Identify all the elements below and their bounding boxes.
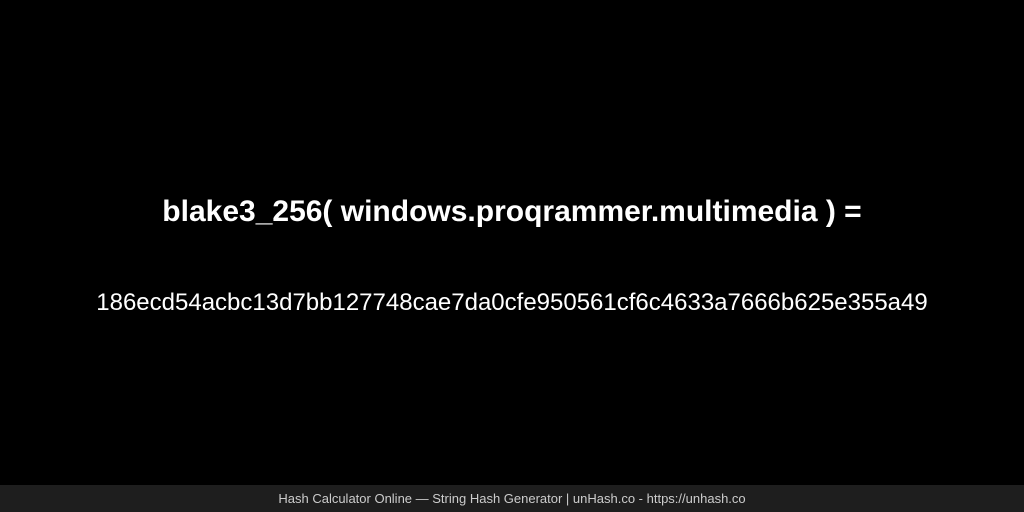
footer: Hash Calculator Online — String Hash Gen… [0, 485, 1024, 512]
hash-expression: blake3_256( windows.proqrammer.multimedi… [162, 195, 861, 229]
footer-text: Hash Calculator Online — String Hash Gen… [278, 491, 745, 506]
main-content: blake3_256( windows.proqrammer.multimedi… [0, 0, 1024, 512]
hash-result: 186ecd54acbc13d7bb127748cae7da0cfe950561… [96, 289, 927, 317]
